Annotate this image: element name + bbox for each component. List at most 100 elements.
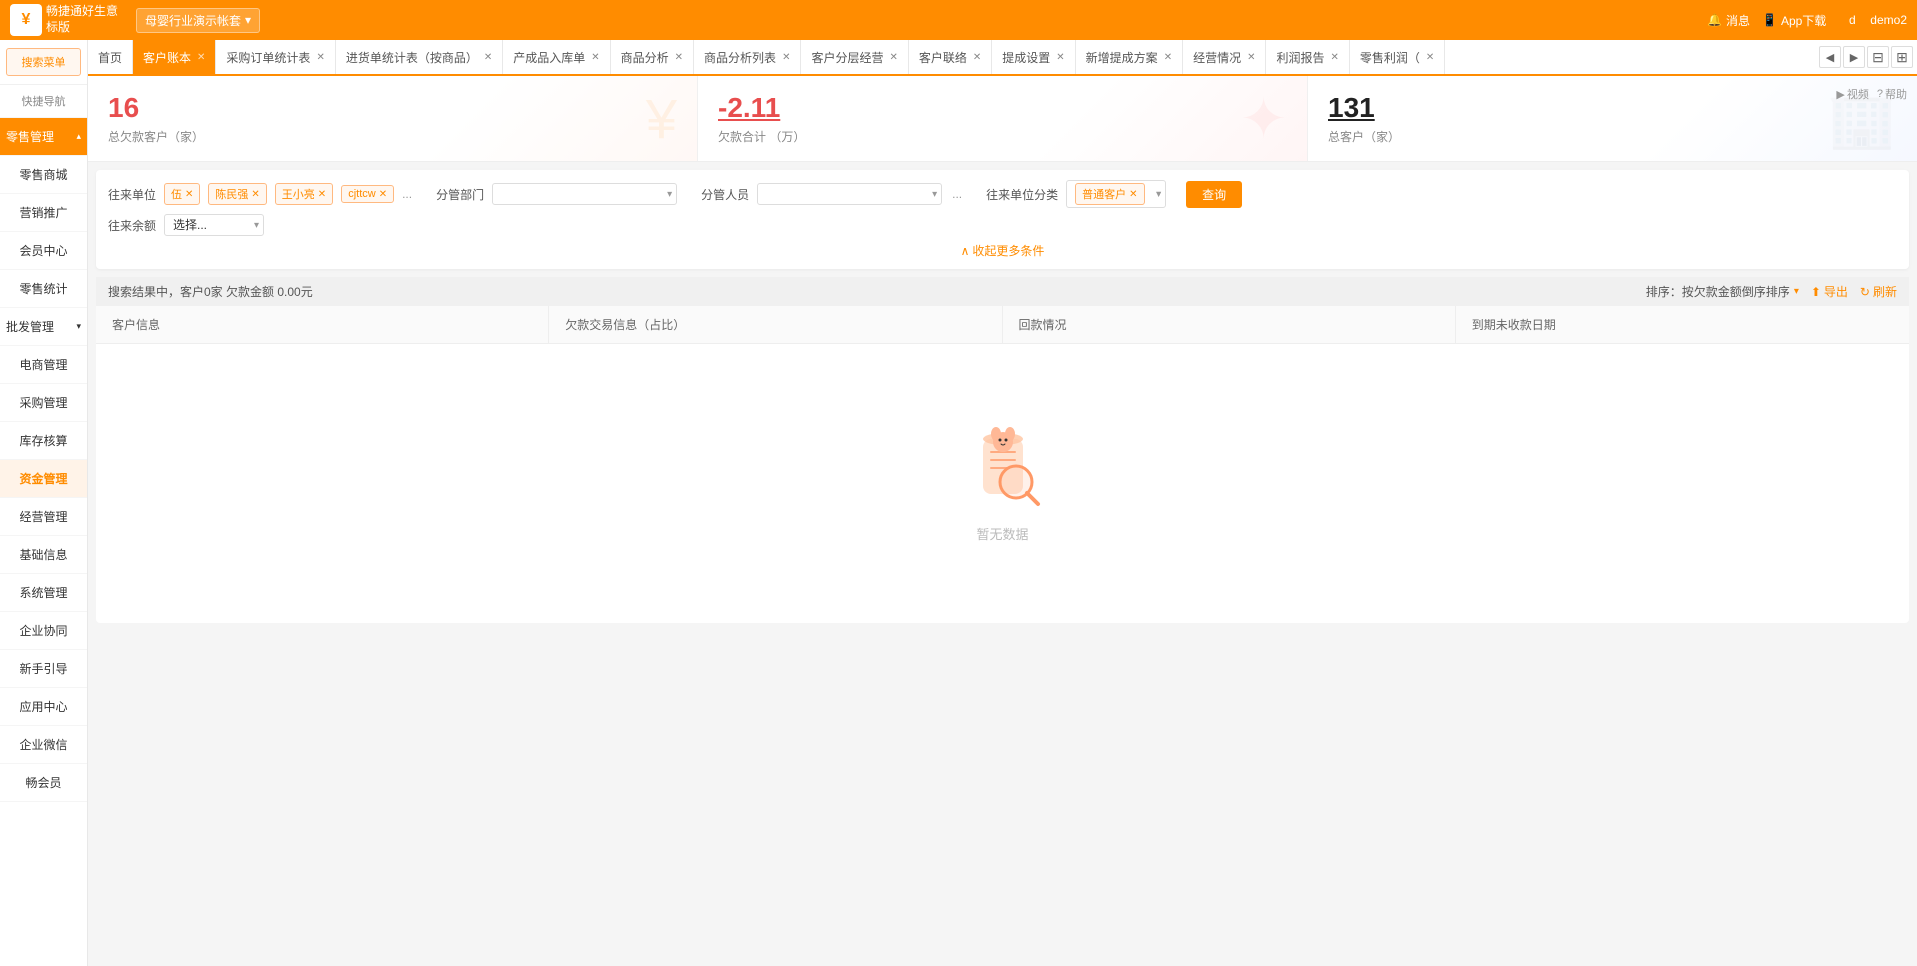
chevron-down-icon: ▾ [76, 321, 81, 332]
filter-tag-type-0[interactable]: 普通客户 ✕ [1075, 183, 1144, 205]
tab-prev-btn[interactable]: ◀ [1819, 46, 1841, 68]
tab-business-status[interactable]: 经营情况 ✕ [1183, 40, 1266, 75]
sidebar: 搜索菜单 快捷导航 零售管理 ▴ 零售商城 营销推广 会员中心 零售统计 批发管… [0, 40, 88, 966]
tab-close-icon[interactable]: ✕ [1164, 52, 1172, 63]
tab-expand-btn[interactable]: ⊞ [1891, 46, 1913, 68]
top-bar-left: ¥ 畅捷通好生意 标版 母婴行业演示帐套 ▾ [10, 4, 260, 36]
dept-select-wrap [492, 183, 677, 205]
close-icon[interactable]: ✕ [318, 189, 326, 200]
refresh-btn[interactable]: ↻ 刷新 [1860, 283, 1897, 300]
page-content: ¥ 16 总欠款客户（家） ✦ -2.11 欠款合计 （万） [88, 76, 1917, 966]
sidebar-item-wechat[interactable]: 企业微信 [0, 726, 87, 764]
sidebar-item-wholesale[interactable]: 批发管理 ▾ [0, 308, 87, 346]
stat-total-customers-2: 🏢 131 总客户（家） ▶ 视频 ? 帮助 [1308, 76, 1917, 161]
empty-state: 暂无数据 [96, 344, 1909, 623]
unit-type-select-wrap: 普通客户 ✕ ▾ [1066, 180, 1166, 208]
tab-close-icon[interactable]: ✕ [889, 52, 897, 63]
tab-product-analysis[interactable]: 商品分析 ✕ [611, 40, 694, 75]
results-actions: 排序：按欠款金额倒序排序 ▾ ⬆ 导出 ↻ 刷新 [1646, 283, 1897, 300]
dept-label: 分管部门 [436, 186, 484, 203]
close-icon[interactable]: ✕ [379, 189, 387, 200]
close-icon[interactable]: ✕ [251, 189, 259, 200]
tab-next-btn[interactable]: ▶ [1843, 46, 1865, 68]
quick-nav-btn[interactable]: 快捷导航 [0, 85, 87, 118]
filter-more-units[interactable]: ... [402, 187, 412, 201]
tab-customer-segment[interactable]: 客户分层经营 ✕ [801, 40, 908, 75]
company-selector[interactable]: 母婴行业演示帐套 ▾ [136, 8, 260, 33]
filter-tag-unit-0[interactable]: 伍 ✕ [164, 183, 200, 205]
tab-close-icon[interactable]: ✕ [782, 52, 790, 63]
tab-minimize-btn[interactable]: ⊟ [1867, 46, 1889, 68]
tab-close-icon[interactable]: ✕ [675, 52, 683, 63]
tab-close-icon[interactable]: ✕ [1331, 52, 1339, 63]
sidebar-item-finance[interactable]: 资金管理 [0, 460, 87, 498]
sidebar-item-retail-mgmt[interactable]: 零售管理 ▴ [0, 118, 87, 156]
collapse-btn[interactable]: ∧ 收起更多条件 [108, 242, 1897, 259]
tab-product-analysis-list[interactable]: 商品分析列表 ✕ [694, 40, 801, 75]
tab-close-icon[interactable]: ✕ [1426, 52, 1434, 63]
sidebar-item-vip[interactable]: 畅会员 [0, 764, 87, 802]
video-btn[interactable]: ▶ 视频 [1836, 86, 1868, 102]
sidebar-item-retail-mall[interactable]: 零售商城 [0, 156, 87, 194]
tab-close-icon[interactable]: ✕ [484, 52, 492, 63]
download-icon: 📱 [1762, 13, 1777, 27]
tab-close-icon[interactable]: ✕ [1247, 52, 1255, 63]
sidebar-item-enterprise[interactable]: 企业协同 [0, 612, 87, 650]
close-icon[interactable]: ✕ [185, 189, 193, 200]
empty-text: 暂无数据 [976, 524, 1028, 543]
tab-cost-inbound[interactable]: 产成品入库单 ✕ [503, 40, 610, 75]
sort-control[interactable]: 排序：按欠款金额倒序排序 ▾ [1646, 283, 1799, 300]
logo-icon: ¥ [10, 4, 42, 36]
balance-select[interactable]: 选择... [164, 214, 264, 236]
help-btn[interactable]: ? 帮助 [1877, 86, 1907, 102]
app-download-btn[interactable]: 📱 App下载 [1762, 12, 1826, 29]
sidebar-item-retail-stats[interactable]: 零售统计 [0, 270, 87, 308]
person-more[interactable]: ... [952, 187, 962, 201]
sidebar-item-basics[interactable]: 基础信息 [0, 536, 87, 574]
tab-retail-profit[interactable]: 零售利润（ ✕ [1350, 40, 1445, 75]
sidebar-search: 搜索菜单 [0, 40, 87, 85]
query-btn[interactable]: 查询 [1186, 181, 1242, 208]
close-icon[interactable]: ✕ [1129, 189, 1137, 200]
unit-type-selector[interactable]: 普通客户 ✕ ▾ [1066, 180, 1166, 208]
filter-tag-unit-2[interactable]: 王小亮 ✕ [275, 183, 333, 205]
messages-btn[interactable]: 🔔 消息 [1707, 12, 1750, 29]
tab-new-improve[interactable]: 新增提成方案 ✕ [1076, 40, 1183, 75]
chevron-icon: ▴ [76, 131, 81, 142]
tab-purchase-order[interactable]: 采购订单统计表 ✕ [216, 40, 335, 75]
sidebar-item-inventory[interactable]: 库存核算 [0, 422, 87, 460]
sidebar-item-apps[interactable]: 应用中心 [0, 688, 87, 726]
tab-profit-report[interactable]: 利润报告 ✕ [1266, 40, 1349, 75]
stat-label-customers: 总欠款客户（家） [108, 128, 204, 145]
data-table: 客户信息 欠款交易信息（占比） 回款情况 到期未收款日期 [96, 306, 1909, 623]
sidebar-item-operations[interactable]: 经营管理 [0, 498, 87, 536]
filter-tag-unit-3[interactable]: cjttcw ✕ [341, 185, 394, 203]
tab-close-icon[interactable]: ✕ [591, 52, 599, 63]
dept-input[interactable] [492, 183, 677, 205]
tab-close-icon[interactable]: ✕ [316, 52, 324, 63]
search-menu-btn[interactable]: 搜索菜单 [6, 48, 81, 76]
tab-close-icon[interactable]: ✕ [973, 52, 981, 63]
tab-ar[interactable]: 客户账本 ✕ [133, 40, 216, 75]
user-menu[interactable]: d demo2 [1838, 6, 1907, 34]
chevron-down-icon: ▾ [245, 13, 251, 27]
sidebar-item-system[interactable]: 系统管理 [0, 574, 87, 612]
tab-home[interactable]: 首页 [88, 40, 133, 75]
tab-close-icon[interactable]: ✕ [1056, 52, 1064, 63]
tab-customer-contact[interactable]: 客户联络 ✕ [909, 40, 992, 75]
sidebar-item-guide[interactable]: 新手引导 [0, 650, 87, 688]
sidebar-item-ecommerce[interactable]: 电商管理 [0, 346, 87, 384]
export-btn[interactable]: ⬆ 导出 [1811, 283, 1848, 300]
tab-bar: 首页 客户账本 ✕ 采购订单统计表 ✕ 进货单统计表（按商品） ✕ 产成品入库单… [88, 40, 1917, 76]
sidebar-item-marketing[interactable]: 营销推广 [0, 194, 87, 232]
top-bar: ¥ 畅捷通好生意 标版 母婴行业演示帐套 ▾ 🔔 消息 📱 App下载 d de… [0, 0, 1917, 40]
tab-inventory-stats[interactable]: 进货单统计表（按商品） ✕ [336, 40, 503, 75]
person-label: 分管人员 [701, 186, 749, 203]
filter-tag-unit-1[interactable]: 陈民强 ✕ [208, 183, 266, 205]
tab-close-icon[interactable]: ✕ [197, 52, 205, 63]
sidebar-item-member[interactable]: 会员中心 [0, 232, 87, 270]
person-input[interactable] [757, 183, 942, 205]
sidebar-item-purchase[interactable]: 采购管理 [0, 384, 87, 422]
unit-type-label: 往来单位分类 [986, 186, 1058, 203]
tab-improve-settings[interactable]: 提成设置 ✕ [992, 40, 1075, 75]
